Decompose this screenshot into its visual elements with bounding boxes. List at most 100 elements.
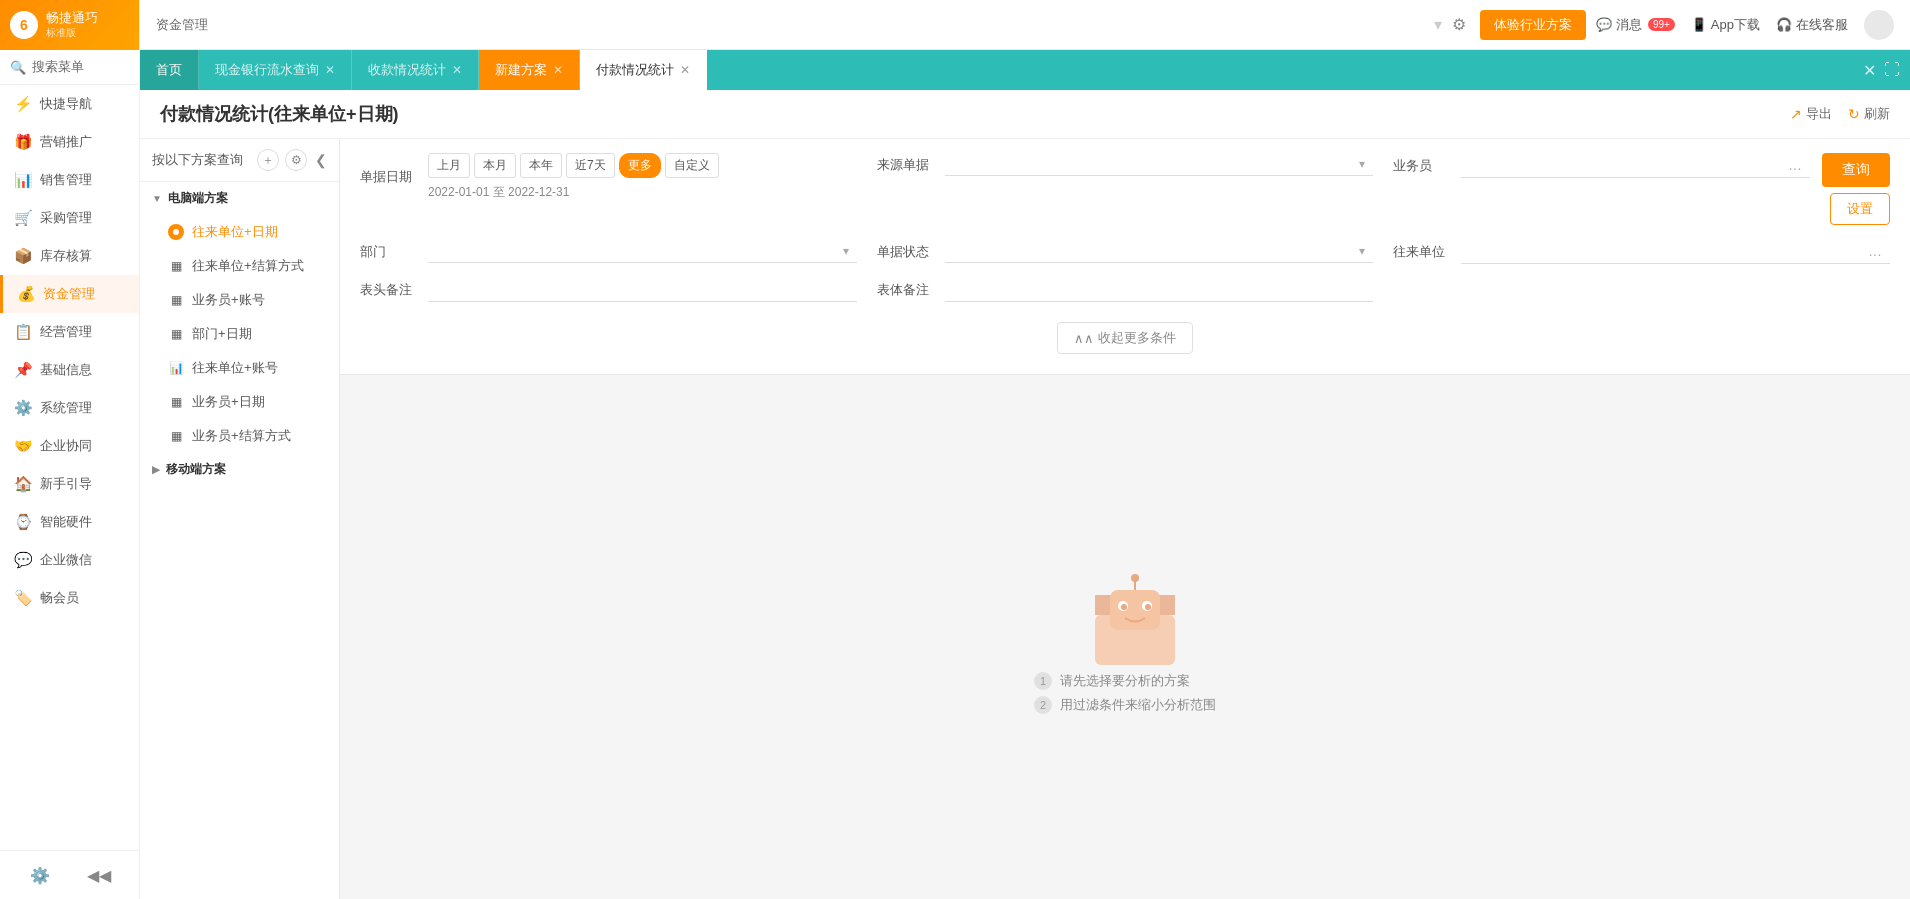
tab-home[interactable]: 首页: [140, 50, 199, 90]
online-service-button[interactable]: 🎧 在线客服: [1776, 16, 1848, 34]
scheme-panel-header: 按以下方案查询 ＋ ⚙ ❮: [140, 139, 339, 182]
sidebar-item-purchase-label: 采购管理: [40, 209, 92, 227]
scheme-item-unit-account-icon: 📊: [168, 360, 184, 376]
tab-payment-stats[interactable]: 付款情况统计 ✕: [580, 50, 707, 90]
filter-source-select[interactable]: ▾: [945, 153, 1374, 176]
sidebar-title-wrap: 畅捷通巧 标准版: [46, 10, 98, 40]
filter-area: 单据日期 上月 本月 本年 近7天 更多 自定义 2022-01-01 至 20…: [340, 139, 1910, 375]
filter-bodynote-input[interactable]: [945, 278, 1374, 302]
date-last-month[interactable]: 上月: [428, 153, 470, 178]
sidebar-item-operation[interactable]: 📋 经营管理: [0, 313, 139, 351]
scheme-group-desktop[interactable]: ▼ 电脑端方案: [140, 182, 339, 215]
filter-dept-select[interactable]: ▾: [428, 240, 857, 263]
date-last-7days[interactable]: 近7天: [566, 153, 615, 178]
sidebar-item-sales[interactable]: 📊 销售管理: [0, 161, 139, 199]
sidebar-item-purchase[interactable]: 🛒 采购管理: [0, 199, 139, 237]
empty-hint-1-text: 请先选择要分析的方案: [1060, 672, 1190, 690]
payment-stats-tab-label: 付款情况统计: [596, 61, 674, 79]
sidebar-item-newbie[interactable]: 🏠 新手引导: [0, 465, 139, 503]
payment-stats-tab-close[interactable]: ✕: [680, 63, 690, 77]
filter-headnote-input[interactable]: [428, 278, 857, 302]
app-download-button[interactable]: 📱 App下载: [1691, 16, 1760, 34]
scheme-panel-icons: ＋ ⚙: [257, 149, 307, 171]
empty-hint-1: 1 请先选择要分析的方案: [1034, 672, 1216, 690]
scheme-group-mobile[interactable]: ▶ 移动端方案: [140, 453, 339, 486]
svg-rect-1: [1110, 590, 1160, 630]
sidebar-item-member-label: 畅会员: [40, 589, 79, 607]
filter-partner-select[interactable]: …: [1461, 239, 1890, 264]
scheme-item-unit-account[interactable]: 📊 往来单位+账号: [140, 351, 339, 385]
filter-staff-select[interactable]: …: [1461, 153, 1810, 178]
topbar: 资金管理 ▾ ⚙ 体验行业方案 💬 消息 99+ 📱 App下载 🎧 在线客服: [140, 0, 1910, 50]
topbar-settings-icon[interactable]: ⚙: [1452, 15, 1466, 34]
messages-button[interactable]: 💬 消息 99+: [1596, 16, 1675, 34]
sidebar-settings-icon[interactable]: ⚙️: [26, 861, 54, 889]
page-title: 付款情况统计(往来单位+日期): [160, 102, 399, 126]
receipts-tab-close[interactable]: ✕: [452, 63, 462, 77]
main-area: 资金管理 ▾ ⚙ 体验行业方案 💬 消息 99+ 📱 App下载 🎧 在线客服 …: [140, 0, 1910, 899]
sidebar-item-wechat[interactable]: 💬 企业微信: [0, 541, 139, 579]
scheme-item-unit-date-radio: [168, 224, 184, 240]
svg-point-4: [1121, 604, 1127, 610]
filter-partner-label: 往来单位: [1393, 243, 1453, 261]
sidebar-header: 6 畅捷通巧 标准版: [0, 0, 139, 50]
filter-docstatus-select[interactable]: ▾: [945, 240, 1374, 263]
date-more[interactable]: 更多: [619, 153, 661, 178]
scheme-item-unit-settlement[interactable]: ▦ 往来单位+结算方式: [140, 249, 339, 283]
export-button[interactable]: ↗ 导出: [1790, 105, 1832, 123]
date-range-text: 2022-01-01 至 2022-12-31: [428, 184, 719, 201]
empty-hint-2: 2 用过滤条件来缩小分析范围: [1034, 696, 1216, 714]
sidebar-item-collab[interactable]: 🤝 企业协同: [0, 427, 139, 465]
sidebar-item-sales-label: 销售管理: [40, 171, 92, 189]
sidebar-item-finance[interactable]: 💰 资金管理: [0, 275, 139, 313]
filter-partner-dots[interactable]: …: [1868, 243, 1882, 259]
scheme-item-staff-account[interactable]: ▦ 业务员+账号: [140, 283, 339, 317]
scheme-item-unit-account-label: 往来单位+账号: [192, 359, 278, 377]
user-avatar[interactable]: [1864, 10, 1894, 40]
cashflow-tab-close[interactable]: ✕: [325, 63, 335, 77]
sidebar-item-hardware[interactable]: ⌚ 智能硬件: [0, 503, 139, 541]
filter-staff-field: 业务员 …: [1393, 153, 1810, 178]
scheme-item-staff-settlement[interactable]: ▦ 业务员+结算方式: [140, 419, 339, 453]
scheme-item-staff-settlement-label: 业务员+结算方式: [192, 427, 291, 445]
refresh-button[interactable]: ↻ 刷新: [1848, 105, 1890, 123]
tab-receipts[interactable]: 收款情况统计 ✕: [352, 50, 479, 90]
scheme-item-staff-account-label: 业务员+账号: [192, 291, 265, 309]
scheme-item-staff-date[interactable]: ▦ 业务员+日期: [140, 385, 339, 419]
sidebar-nav: ⚡ 快捷导航 🎁 营销推广 📊 销售管理 🛒 采购管理 📦 库存核算 💰 资金管…: [0, 85, 139, 850]
scheme-panel-collapse-icon[interactable]: ❮: [315, 152, 327, 168]
filter-headnote-label: 表头备注: [360, 281, 420, 299]
sidebar-item-member[interactable]: 🏷️ 畅会员: [0, 579, 139, 617]
scheme-item-staff-settlement-icon: ▦: [168, 428, 184, 444]
sidebar-item-system[interactable]: ⚙️ 系统管理: [0, 389, 139, 427]
collapse-conditions-button[interactable]: ∧∧ 收起更多条件: [1057, 322, 1193, 354]
hardware-icon: ⌚: [14, 513, 32, 531]
sidebar-item-basic[interactable]: 📌 基础信息: [0, 351, 139, 389]
sidebar-item-inventory[interactable]: 📦 库存核算: [0, 237, 139, 275]
svg-point-5: [1145, 604, 1151, 610]
filter-docstatus-arrow: ▾: [1359, 244, 1365, 258]
tab-new-scheme[interactable]: 新建方案 ✕: [479, 50, 580, 90]
scheme-add-icon[interactable]: ＋: [257, 149, 279, 171]
new-scheme-tab-close[interactable]: ✕: [553, 63, 563, 77]
filter-staff-dots[interactable]: …: [1788, 157, 1802, 173]
sidebar-search-item[interactable]: 🔍 搜索菜单: [0, 50, 139, 85]
scheme-item-unit-date[interactable]: 往来单位+日期: [140, 215, 339, 249]
date-this-month[interactable]: 本月: [474, 153, 516, 178]
tab-cashflow[interactable]: 现金银行流水查询 ✕: [199, 50, 352, 90]
tab-maximize-icon[interactable]: ⛶: [1884, 61, 1900, 79]
trial-button[interactable]: 体验行业方案: [1480, 10, 1586, 40]
filter-settings-button[interactable]: 设置: [1830, 193, 1890, 225]
scheme-settings-icon[interactable]: ⚙: [285, 149, 307, 171]
sidebar-item-marketing[interactable]: 🎁 营销推广: [0, 123, 139, 161]
sidebar-collapse-icon[interactable]: ◀◀: [85, 861, 113, 889]
date-this-year[interactable]: 本年: [520, 153, 562, 178]
query-button[interactable]: 查询: [1822, 153, 1890, 187]
scheme-item-dept-date[interactable]: ▦ 部门+日期: [140, 317, 339, 351]
filter-dept-field: 部门 ▾: [360, 240, 857, 263]
date-custom[interactable]: 自定义: [665, 153, 719, 178]
sidebar-item-quicknav[interactable]: ⚡ 快捷导航: [0, 85, 139, 123]
app-download-label: App下载: [1711, 16, 1760, 34]
filter-dept-label: 部门: [360, 243, 420, 261]
tab-close-all-icon[interactable]: ✕: [1863, 61, 1876, 80]
